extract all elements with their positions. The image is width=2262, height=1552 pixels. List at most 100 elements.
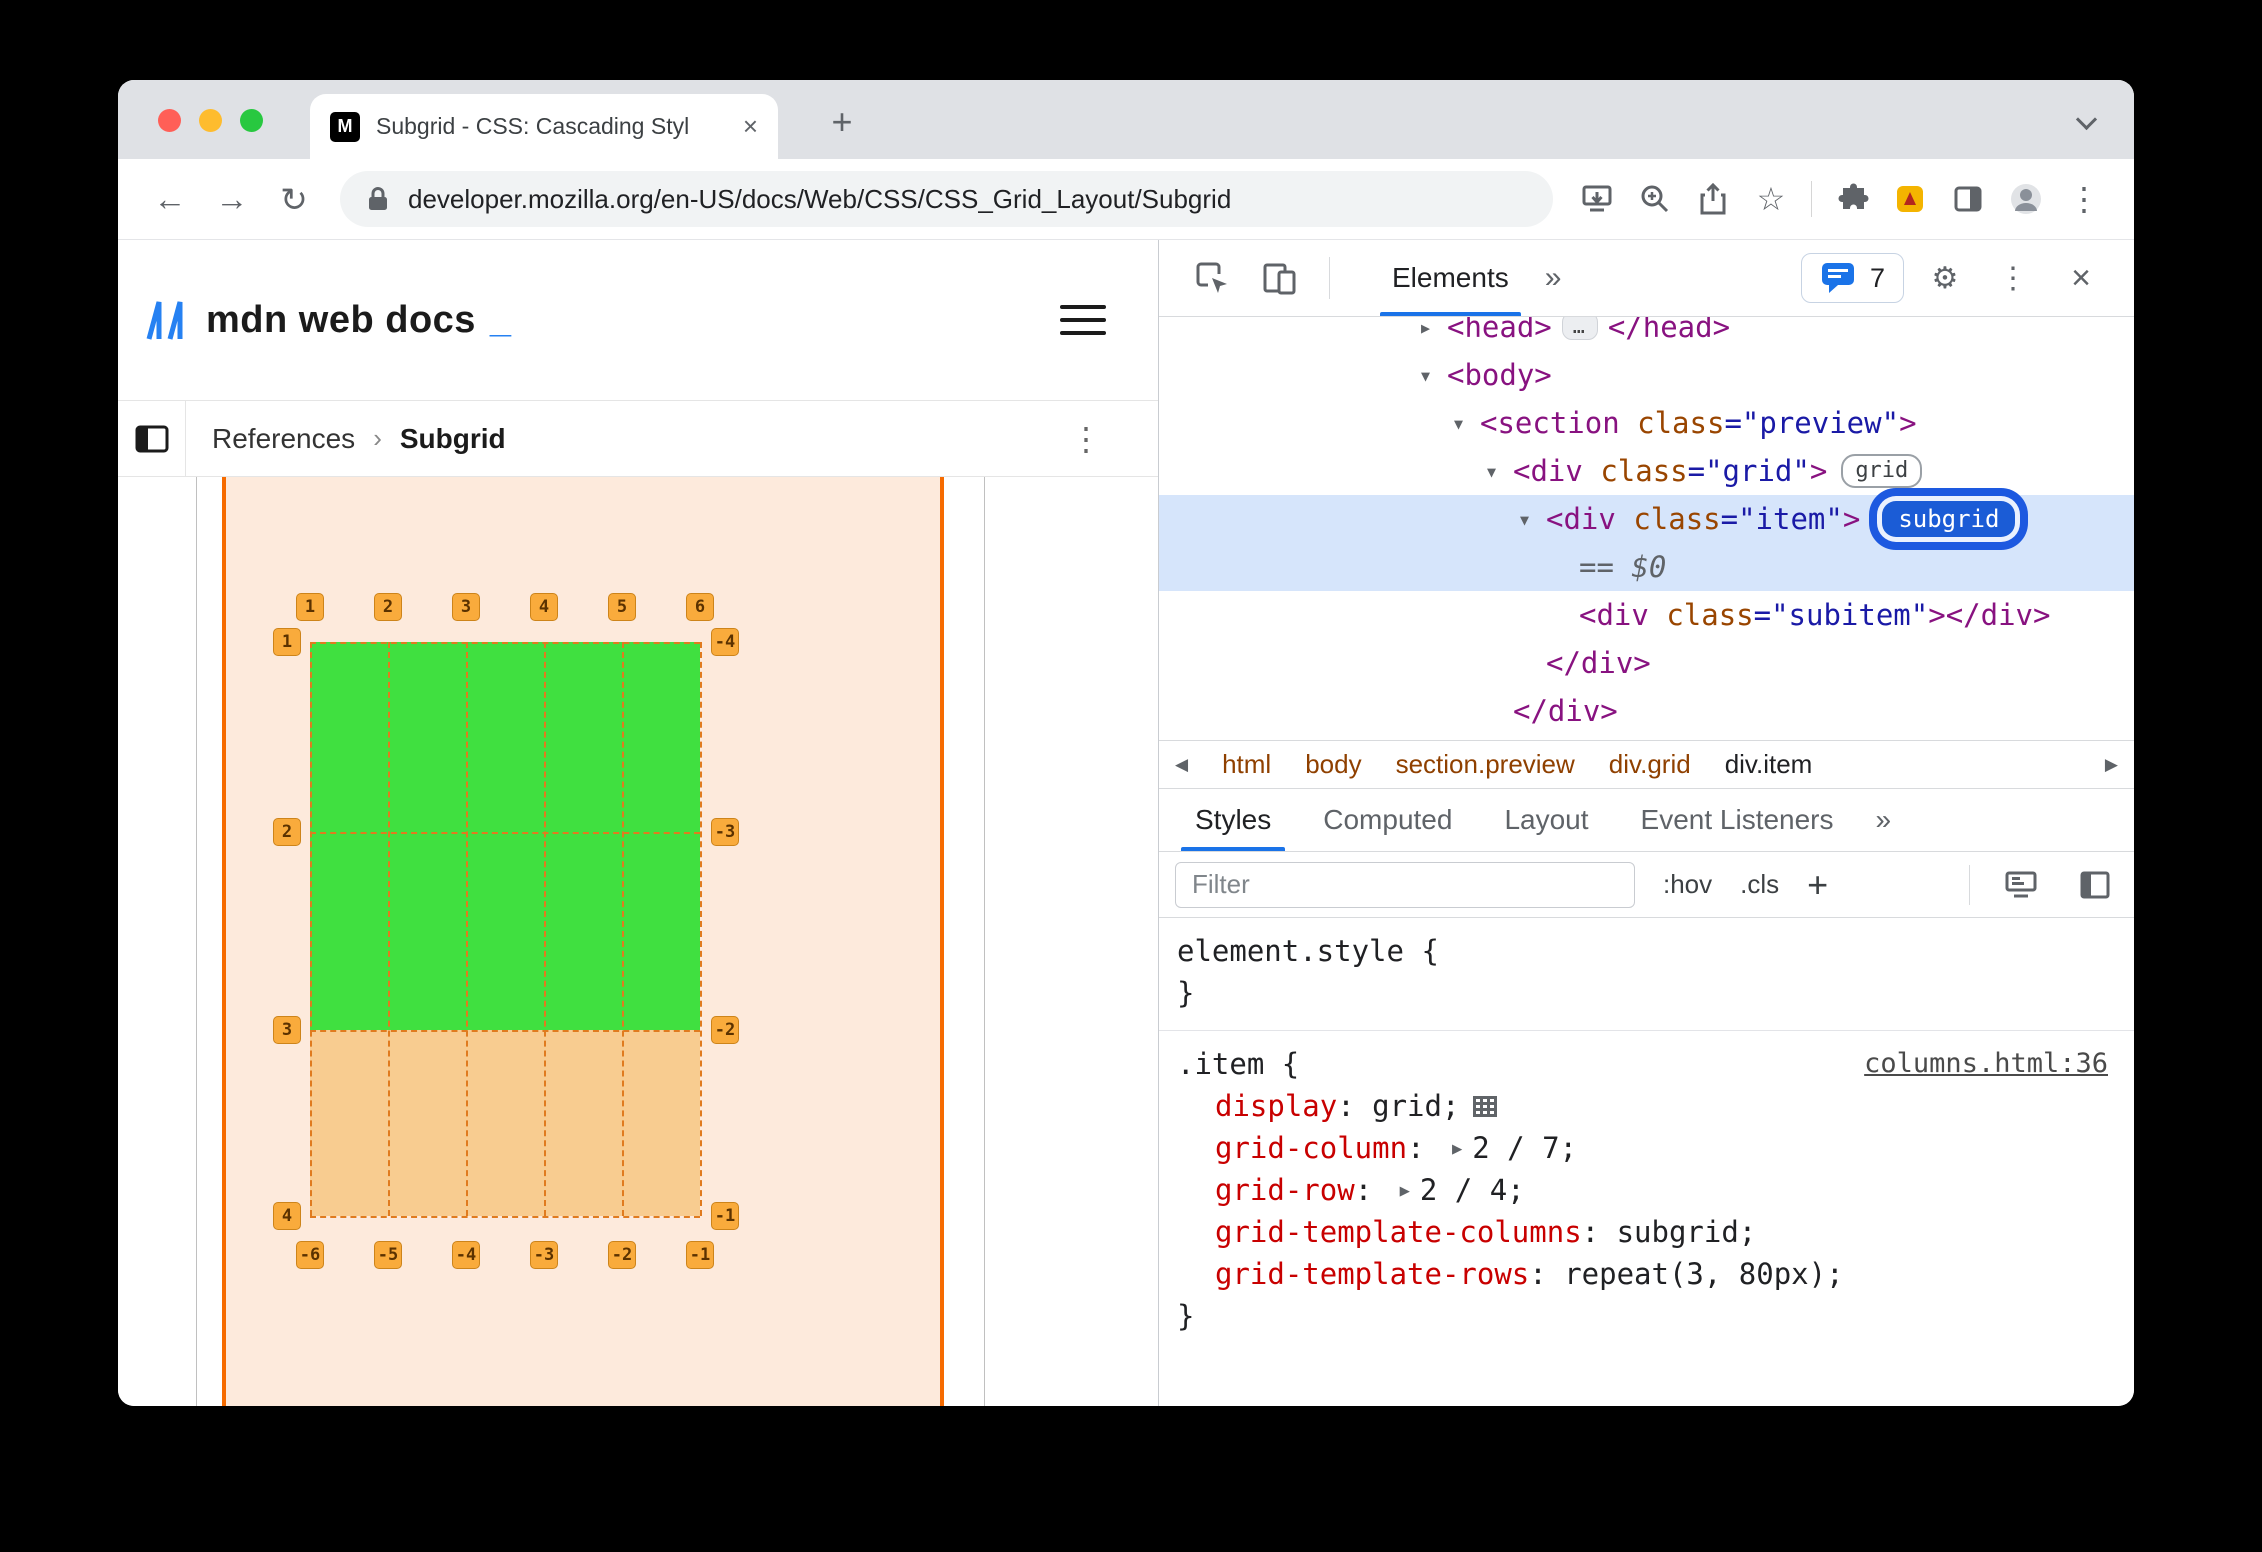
toggle-hover-state-button[interactable]: :hov [1663, 869, 1712, 900]
browser-window: M Subgrid - CSS: Cascading Styl × + ← → … [118, 80, 2134, 1406]
panel-tab-computed[interactable]: Computed [1297, 789, 1478, 851]
traffic-light-close[interactable] [158, 109, 181, 132]
dom-tree-line[interactable]: == $0 [1159, 543, 2134, 591]
desktop-background: M Subgrid - CSS: Cascading Styl × + ← → … [0, 0, 2262, 1552]
grid-row-line [310, 1216, 700, 1218]
subgrid-badge[interactable]: subgrid [1882, 501, 2016, 537]
traffic-light-zoom[interactable] [240, 109, 263, 132]
expand-arrow-icon[interactable]: ▶ [1421, 317, 1447, 352]
dom-tree-line[interactable]: <div class="subitem"></div> [1159, 591, 2134, 639]
item-rule-selector: .item [1177, 1047, 1265, 1081]
grid-editor-icon[interactable] [1473, 1096, 1498, 1117]
tab-search-chevron-icon[interactable] [2075, 108, 2098, 131]
devtools-tab-elements[interactable]: Elements [1370, 240, 1531, 316]
grid-line-number: -4 [711, 628, 739, 656]
item-rule-selector-line[interactable]: columns.html:36 .item { [1159, 1043, 2134, 1085]
console-count: 7 [1869, 262, 1885, 293]
dom-tree-line[interactable]: ▼ <div class="grid"> grid [1159, 447, 2134, 495]
forward-button[interactable]: → [204, 171, 260, 227]
devtools-kebab-icon[interactable]: ⋮ [1986, 251, 2040, 305]
shorthand-expand-icon[interactable]: ▶ [1400, 1170, 1410, 1212]
dom-tree-line[interactable]: </div> [1159, 687, 2134, 735]
dom-tree-line[interactable]: ▼ <body> [1159, 351, 2134, 399]
toggle-class-button[interactable]: .cls [1740, 869, 1779, 900]
device-toolbar-icon[interactable] [1253, 251, 1307, 305]
bookmark-star-icon[interactable]: ☆ [1745, 173, 1797, 225]
crumb-left-arrow-icon[interactable]: ◀ [1175, 755, 1188, 775]
side-panel-icon[interactable] [1942, 173, 1994, 225]
more-panels-icon[interactable]: » [1545, 261, 1564, 295]
grid-row-line [310, 1030, 700, 1032]
zoom-icon[interactable] [1629, 173, 1681, 225]
grid-line-number: 2 [273, 818, 301, 846]
rendering-emulation-icon[interactable] [1998, 862, 2044, 908]
extensions-puzzle-icon[interactable] [1826, 173, 1878, 225]
css-property[interactable]: grid-template-rows: repeat(3, 80px); [1159, 1253, 2134, 1295]
code-token: </div> [1546, 646, 1651, 680]
grid-line-number: -5 [374, 1241, 402, 1269]
breadcrumb-item[interactable]: div.item [1725, 749, 1813, 780]
grid-line-number: 3 [273, 1016, 301, 1044]
tab-close-icon[interactable]: × [743, 111, 758, 142]
install-icon[interactable] [1571, 173, 1623, 225]
grid-line-number: -3 [530, 1241, 558, 1269]
breadcrumb-item[interactable]: body [1305, 749, 1361, 780]
dom-tree-line[interactable]: ▼ <div class="item"> subgrid [1159, 495, 2134, 543]
more-style-tabs-icon[interactable]: » [1876, 804, 1894, 836]
grid-line-number: 4 [530, 593, 558, 621]
code-token: class [1633, 502, 1721, 536]
inline-style-close-line: } [1159, 972, 2134, 1014]
browser-tab[interactable]: M Subgrid - CSS: Cascading Styl × [310, 94, 778, 159]
styles-pane: element.style { } columns.html:36 .item [1159, 918, 2134, 1406]
css-property[interactable]: grid-row: ▶ 2 / 4; [1159, 1169, 2134, 1211]
browser-menu-kebab-icon[interactable]: ⋮ [2058, 173, 2110, 225]
breadcrumb-item[interactable]: section.preview [1396, 749, 1575, 780]
extension-icon-colored[interactable] [1884, 173, 1936, 225]
address-bar[interactable]: developer.mozilla.org/en-US/docs/Web/CSS… [340, 171, 1553, 227]
url-text: developer.mozilla.org/en-US/docs/Web/CSS… [408, 183, 1232, 214]
code-token: ></div> [1928, 598, 2051, 632]
devtools-close-icon[interactable]: × [2054, 251, 2108, 305]
panel-tab-layout[interactable]: Layout [1478, 789, 1614, 851]
devtools-settings-gear-icon[interactable]: ⚙ [1918, 251, 1972, 305]
new-tab-button[interactable]: + [818, 98, 866, 146]
back-button[interactable]: ← [142, 171, 198, 227]
grid-badge[interactable]: grid [1841, 454, 1923, 488]
panel-tab-event-listeners[interactable]: Event Listeners [1615, 789, 1860, 851]
css-property[interactable]: grid-template-columns: subgrid; [1159, 1211, 2134, 1253]
new-style-rule-icon[interactable]: + [1807, 866, 1828, 903]
source-link[interactable]: columns.html:36 [1864, 1043, 2108, 1085]
share-icon[interactable] [1687, 173, 1739, 225]
breadcrumb-item[interactable]: html [1222, 749, 1271, 780]
breadcrumb-item[interactable]: div.grid [1609, 749, 1691, 780]
profile-avatar[interactable] [2000, 173, 2052, 225]
console-messages-button[interactable]: 7 [1800, 253, 1904, 303]
code-token: <div [1546, 502, 1634, 536]
close-brace: } [1177, 1299, 1195, 1333]
crumb-right-arrow-icon[interactable]: ▶ [2105, 755, 2118, 775]
grid-line-number: -2 [711, 1016, 739, 1044]
reload-button[interactable]: ↻ [266, 171, 322, 227]
collapse-arrow-icon[interactable]: ▼ [1520, 496, 1546, 544]
dom-tree-line[interactable]: ▶ <head> … </head> [1159, 317, 2134, 351]
inline-style-rule: element.style { } [1159, 918, 2134, 1030]
panel-tab-styles[interactable]: Styles [1169, 789, 1297, 851]
collapse-arrow-icon[interactable]: ▼ [1421, 352, 1447, 400]
grid-column-line [700, 642, 702, 1216]
filter-divider [1969, 864, 1970, 905]
css-property[interactable]: grid-column: ▶ 2 / 7; [1159, 1127, 2134, 1169]
inspect-element-icon[interactable] [1185, 251, 1239, 305]
inline-style-selector-line[interactable]: element.style { [1159, 930, 2134, 972]
collapse-arrow-icon[interactable]: ▼ [1487, 448, 1513, 496]
console-bubble-icon [1820, 261, 1856, 295]
shorthand-expand-icon[interactable]: ▶ [1452, 1128, 1462, 1170]
grid-line-number: -4 [452, 1241, 480, 1269]
css-property[interactable]: display: grid; [1159, 1085, 2134, 1127]
traffic-light-minimize[interactable] [199, 109, 222, 132]
browser-toolbar: ← → ↻ developer.mozilla.org/en-US/docs/W… [118, 159, 2134, 240]
sidebar-pane-icon[interactable] [2072, 862, 2118, 908]
collapse-arrow-icon[interactable]: ▼ [1454, 400, 1480, 448]
dom-tree-line[interactable]: </div> [1159, 639, 2134, 687]
styles-filter-input[interactable] [1175, 861, 1635, 908]
dom-tree-line[interactable]: ▼ <section class="preview"> [1159, 399, 2134, 447]
